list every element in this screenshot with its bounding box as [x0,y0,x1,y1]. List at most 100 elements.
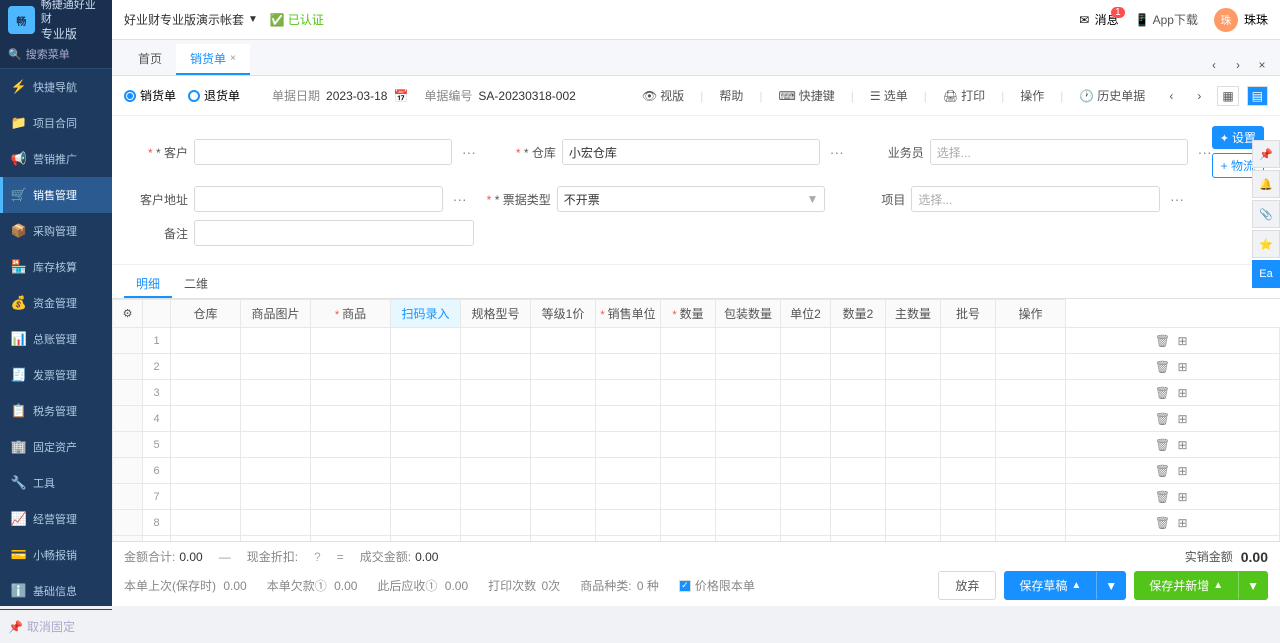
app-download-btn[interactable]: 📱 App下载 [1135,11,1198,28]
right-panel-icon-2[interactable]: 🔔 [1252,170,1280,198]
row-delete-btn[interactable]: 🗑 [1155,463,1171,479]
calendar-icon[interactable]: 📅 [393,89,408,103]
help-icon[interactable]: ? [314,550,321,564]
col-batch[interactable]: 批号 [941,300,996,328]
row-delete-btn[interactable]: 🗑 [1155,437,1171,453]
price-limit-checkbox-label[interactable]: ✓ 价格限本单 [679,577,755,594]
save-new-btn[interactable]: 保存并新增 ▲ [1134,571,1238,600]
table-row[interactable]: 7🗑⊞ [113,484,1280,510]
col-product-img[interactable]: 商品图片 [241,300,311,328]
row-copy-btn[interactable]: ⊞ [1175,515,1191,531]
col-pack-qty[interactable]: 包装数量 [716,300,781,328]
sidebar-item-project[interactable]: 📁 项目合同 [0,105,112,141]
col-sales-unit[interactable]: 销售单位 [596,300,661,328]
tab-next-btn[interactable]: › [1228,55,1248,75]
sidebar-item-invoice[interactable]: 🧾 发票管理 [0,357,112,393]
save-draft-btn[interactable]: 保存草稿 ▲ [1004,571,1096,600]
abandon-btn[interactable]: 放弃 [938,571,996,600]
table-tab-detail[interactable]: 明细 [124,271,172,298]
address-dots[interactable]: ··· [453,191,467,207]
operation-btn[interactable]: 操作 [1012,84,1052,107]
table-row[interactable]: 5🗑⊞ [113,432,1280,458]
col-spec[interactable]: 规格型号 [461,300,531,328]
table-row[interactable]: 3🗑⊞ [113,380,1280,406]
col-warehouse[interactable]: 仓库 [171,300,241,328]
tab-close-icon[interactable]: × [230,53,236,64]
user-info[interactable]: 珠 珠珠 [1214,8,1268,32]
warehouse-dots[interactable]: ··· [830,144,844,160]
save-draft-arrow-btn[interactable]: ▼ [1096,571,1126,600]
project-input[interactable]: 选择... [911,186,1160,212]
row-copy-btn[interactable]: ⊞ [1175,411,1191,427]
view-btn[interactable]: 👁 视版 [634,84,692,107]
sidebar-item-inventory[interactable]: 🏪 库存核算 [0,249,112,285]
customer-dots[interactable]: ··· [462,144,476,160]
history-btn[interactable]: 🕐 历史单据 [1071,84,1153,107]
sidebar-item-accounting[interactable]: 📊 总账管理 [0,321,112,357]
sidebar-item-quicknav[interactable]: ⚡ 快捷导航 [0,69,112,105]
toolbar-next-btn[interactable]: › [1189,86,1209,106]
sidebar-item-tools[interactable]: 🔧 工具 [0,465,112,501]
date-value[interactable]: 2023-03-18 [326,89,387,103]
col-qty2[interactable]: 数量2 [831,300,886,328]
table-row[interactable]: 6🗑⊞ [113,458,1280,484]
row-copy-btn[interactable]: ⊞ [1175,437,1191,453]
right-panel-icon-1[interactable]: 📌 [1252,140,1280,168]
right-panel-icon-5[interactable]: Ea [1252,260,1280,288]
col-product[interactable]: 商品 [311,300,391,328]
tab-sales-order[interactable]: 销货单 × [176,44,250,75]
sidebar-item-purchase[interactable]: 📦 采购管理 [0,213,112,249]
sidebar-bottom-unpin[interactable]: 📌 取消固定 [0,609,112,643]
col-quantity[interactable]: 数量 [661,300,716,328]
row-delete-btn[interactable]: 🗑 [1155,515,1171,531]
row-delete-btn[interactable]: 🗑 [1155,385,1171,401]
sidebar-item-fixed-assets[interactable]: 🏢 固定资产 [0,429,112,465]
radio-sales-order[interactable]: 销货单 [124,87,176,104]
row-delete-btn[interactable]: 🗑 [1155,333,1171,349]
row-delete-btn[interactable]: 🗑 [1155,411,1171,427]
col-main-qty[interactable]: 主数量 [886,300,941,328]
save-new-arrow-btn[interactable]: ▼ [1238,571,1268,600]
shortcut-btn[interactable]: ⌨ 快捷键 [770,84,842,107]
row-copy-btn[interactable]: ⊞ [1175,359,1191,375]
address-input[interactable] [194,186,443,212]
sidebar-item-basic[interactable]: ℹ️ 基础信息 [0,573,112,609]
sidebar-item-sales[interactable]: 🛒 销售管理 [0,177,112,213]
table-tab-2d[interactable]: 二维 [172,271,220,298]
toolbar-grid-btn1[interactable]: ▦ [1217,86,1238,106]
staff-dots[interactable]: ··· [1198,144,1212,160]
select-btn[interactable]: ☰ 选单 [862,84,916,107]
toolbar-prev-btn[interactable]: ‹ [1161,86,1181,106]
table-row[interactable]: 1🗑⊞ [113,328,1280,354]
table-row[interactable]: 4🗑⊞ [113,406,1280,432]
customer-input[interactable] [194,139,452,165]
toolbar-grid-btn2[interactable]: ▤ [1247,86,1268,106]
row-copy-btn[interactable]: ⊞ [1175,385,1191,401]
right-panel-icon-4[interactable]: ⭐ [1252,230,1280,258]
row-delete-btn[interactable]: 🗑 [1155,489,1171,505]
col-settings[interactable]: ⚙ [113,300,143,328]
sidebar-item-ops[interactable]: 📈 经营管理 [0,501,112,537]
sidebar-item-reports[interactable]: 💳 小畅报销 [0,537,112,573]
row-delete-btn[interactable]: 🗑 [1155,359,1171,375]
sidebar-search[interactable]: 🔍 搜索菜单 [0,40,112,69]
col-price1[interactable]: 等级1价 [531,300,596,328]
row-copy-btn[interactable]: ⊞ [1175,489,1191,505]
company-selector[interactable]: 好业财专业版演示帐套 ▼ [124,11,258,28]
col-batch-import[interactable]: 扫码录入 [391,300,461,328]
remark-input[interactable] [194,220,474,246]
row-copy-btn[interactable]: ⊞ [1175,463,1191,479]
radio-return-order[interactable]: 退货单 [188,87,240,104]
staff-input[interactable]: 选择... [930,139,1188,165]
sidebar-item-marketing[interactable]: 📢 营销推广 [0,141,112,177]
tab-close-all-btn[interactable]: × [1252,55,1272,75]
print-btn[interactable]: 🖨 打印 [935,84,993,107]
help-btn[interactable]: 帮助 [711,84,751,107]
col-unit2[interactable]: 单位2 [781,300,831,328]
sidebar-item-tax[interactable]: 📋 税务管理 [0,393,112,429]
invoice-select[interactable]: 不开票 ▼ [557,186,826,212]
table-row[interactable]: 8🗑⊞ [113,510,1280,536]
right-panel-icon-3[interactable]: 📎 [1252,200,1280,228]
warehouse-input[interactable]: 小宏仓库 [562,139,820,165]
message-btn[interactable]: ✉ 1 消息 [1079,11,1118,28]
